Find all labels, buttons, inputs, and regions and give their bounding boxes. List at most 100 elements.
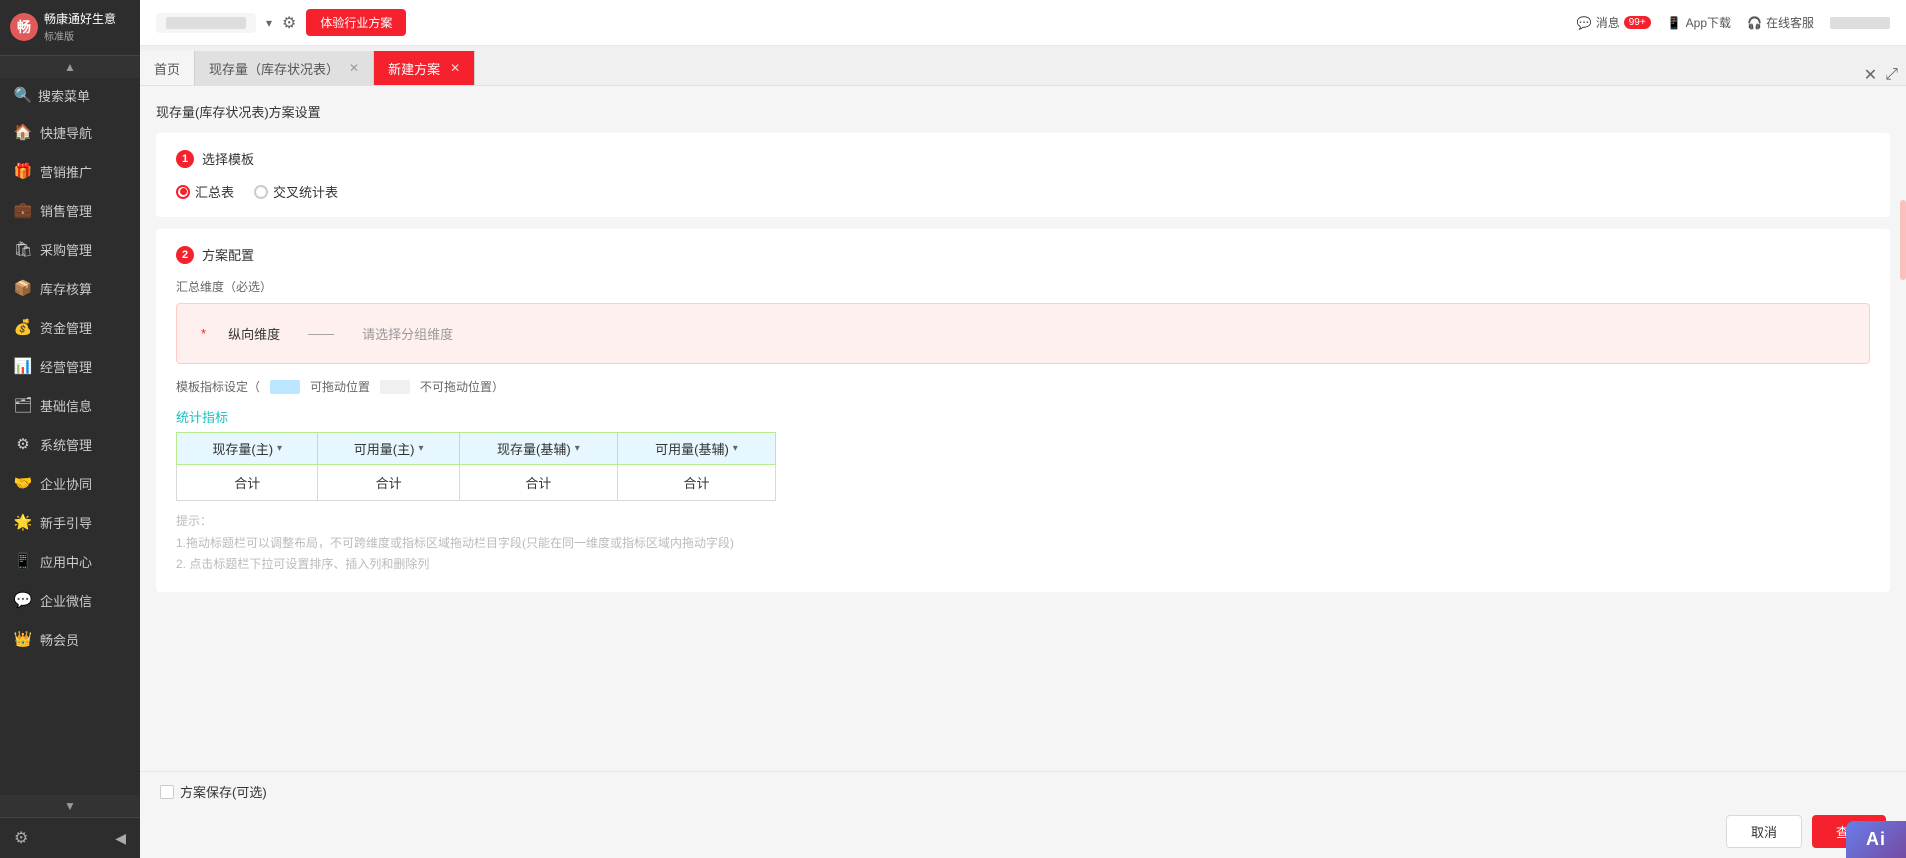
sidebar-item-label: 营销推广	[40, 162, 92, 181]
sidebar-item-label: 企业微信	[40, 591, 92, 610]
sidebar-item-operations[interactable]: 📊 经营管理	[0, 347, 140, 386]
col-label: 现存量(基辅)	[497, 439, 571, 458]
sidebar-item-system[interactable]: ⚙ 系统管理	[0, 425, 140, 464]
shopping-icon: 🛍	[14, 240, 32, 258]
section2-header: 2 方案配置	[176, 245, 1870, 264]
dim-placeholder: 请选择分组维度	[362, 324, 453, 343]
tab-new-plan[interactable]: 新建方案 ✕	[374, 51, 475, 85]
star-icon: 🌟	[14, 513, 32, 531]
sidebar-scroll-down[interactable]: ▼	[0, 795, 140, 817]
required-star: *	[201, 326, 206, 341]
draggable-label: 可拖动位置	[310, 378, 370, 395]
section-plan-config: 2 方案配置 汇总维度（必选） * 纵向维度 —— 请选择分组维度 模板指标设定…	[156, 229, 1890, 592]
indicator-legend-row: 模板指标设定（ 可拖动位置 不可拖动位置）	[176, 378, 1870, 395]
tab-home[interactable]: 首页	[140, 51, 195, 85]
message-button[interactable]: 💬 消息 99+	[1577, 14, 1651, 31]
col-label: 现存量(主)	[212, 439, 273, 458]
sidebar-item-guide[interactable]: 🌟 新手引导	[0, 503, 140, 542]
not-draggable-label: 不可拖动位置）	[420, 378, 504, 395]
sidebar-item-label: 畅会员	[40, 630, 79, 649]
tab-home-label: 首页	[154, 59, 180, 78]
radio-summary-label: 汇总表	[195, 182, 234, 201]
user-area[interactable]	[1830, 17, 1890, 29]
sidebar-item-label: 基础信息	[40, 396, 92, 415]
dim-select-box[interactable]: * 纵向维度 —— 请选择分组维度	[176, 303, 1870, 364]
cell-summary-current-aux: 合计	[459, 465, 617, 501]
right-edge-scrollbar	[1900, 200, 1906, 280]
sidebar-item-wechat[interactable]: 💬 企业微信	[0, 581, 140, 620]
app-download-button[interactable]: 📱 App下载	[1667, 14, 1731, 31]
sidebar-item-label: 新手引导	[40, 513, 92, 532]
tab-close-panel-icon[interactable]: ✕	[1864, 65, 1877, 85]
tab-inventory-status[interactable]: 现存量（库存状况表） ✕	[195, 51, 374, 85]
section2-num: 2	[176, 246, 194, 264]
message-badge: 99+	[1624, 16, 1651, 29]
tab-inventory-close-icon[interactable]: ✕	[349, 61, 359, 75]
tip-item-1: 1.拖动标题栏可以调整布局，不可跨维度或指标区域拖动栏目字段(只能在同一维度或指…	[176, 533, 1870, 555]
sidebar-item-label: 采购管理	[40, 240, 92, 259]
topbar-dropdown[interactable]: ▾	[266, 16, 272, 30]
tab-expand-icon[interactable]: ⤢	[1885, 66, 1898, 84]
topbar-search-bar	[166, 17, 246, 29]
sidebar-item-basics[interactable]: 🗂 基础信息	[0, 386, 140, 425]
sidebar-item-purchase[interactable]: 🛍 采购管理	[0, 230, 140, 269]
sidebar-item-membership[interactable]: 👑 畅会员	[0, 620, 140, 659]
chevron-down-icon[interactable]: ▾	[277, 443, 282, 454]
app-logo-icon: 畅	[10, 13, 38, 41]
template-radio-group: 汇总表 交叉统计表	[176, 182, 1870, 201]
sidebar-settings-icon[interactable]: ⚙	[14, 828, 28, 848]
app-name: 畅康通好生意	[44, 12, 116, 28]
dim-name: 纵向维度	[228, 324, 280, 343]
phone-icon: 📱	[1667, 16, 1682, 30]
sidebar-toggle-icon[interactable]: ◀	[115, 830, 126, 847]
app-download-label: App下载	[1686, 14, 1731, 31]
chat-icon: 💬	[14, 591, 32, 609]
chevron-down-icon[interactable]: ▾	[733, 443, 738, 454]
sidebar-logo: 畅 畅康通好生意 标准版	[0, 0, 140, 56]
system-icon: ⚙	[14, 435, 32, 453]
sidebar-item-sales[interactable]: 💼 销售管理	[0, 191, 140, 230]
sidebar-item-label: 销售管理	[40, 201, 92, 220]
online-service-button[interactable]: 🎧 在线客服	[1747, 14, 1814, 31]
briefcase-icon: 💼	[14, 201, 32, 219]
trial-button[interactable]: 体验行业方案	[306, 9, 406, 36]
page-title: 现存量(库存状况表)方案设置	[156, 102, 1890, 121]
topbar-settings-icon[interactable]: ⚙	[282, 13, 296, 33]
cell-summary-available-aux: 合计	[617, 465, 775, 501]
footer-buttons: 取消 查询	[160, 809, 1886, 848]
sidebar-item-quick-nav[interactable]: 🏠 快捷导航	[0, 113, 140, 152]
handshake-icon: 🤝	[14, 474, 32, 492]
section1-title: 选择模板	[202, 149, 254, 168]
sidebar-item-enterprise[interactable]: 🤝 企业协同	[0, 464, 140, 503]
tab-new-plan-close-icon[interactable]: ✕	[450, 61, 460, 75]
section2-title: 方案配置	[202, 245, 254, 264]
col-label: 可用量(主)	[354, 439, 415, 458]
tips-box: 提示： 1.拖动标题栏可以调整布局，不可跨维度或指标区域拖动栏目字段(只能在同一…	[176, 511, 1870, 576]
sidebar-item-finance[interactable]: 💰 资金管理	[0, 308, 140, 347]
draggable-indicator	[270, 380, 300, 394]
sidebar-item-inventory[interactable]: 📦 库存核算	[0, 269, 140, 308]
stats-table: 现存量(主) ▾ 可用量(主) ▾ 现存量(基辅	[176, 432, 776, 501]
radio-summary-table[interactable]: 汇总表	[176, 182, 234, 201]
col-header-current-main: 现存量(主) ▾	[177, 433, 318, 465]
topbar: ▾ ⚙ 体验行业方案 💬 消息 99+ 📱 App下载 🎧 在线客服	[140, 0, 1906, 46]
section-template: 1 选择模板 汇总表 交叉统计表	[156, 133, 1890, 217]
sidebar-item-marketing[interactable]: 🎁 营销推广	[0, 152, 140, 191]
sidebar-scroll-up[interactable]: ▲	[0, 56, 140, 78]
chevron-down-icon: ▾	[266, 16, 272, 30]
chevron-down-icon[interactable]: ▾	[575, 443, 580, 454]
sidebar-item-search-menu[interactable]: 🔍 搜索菜单	[0, 78, 140, 113]
section1-header: 1 选择模板	[176, 149, 1870, 168]
save-checkbox[interactable]	[160, 785, 174, 799]
box-icon: 📦	[14, 279, 32, 297]
online-service-label: 在线客服	[1766, 14, 1814, 31]
radio-cross-table[interactable]: 交叉统计表	[254, 182, 338, 201]
sidebar-item-label: 经营管理	[40, 357, 92, 376]
sidebar-item-apps[interactable]: 📱 应用中心	[0, 542, 140, 581]
topbar-right: 💬 消息 99+ 📱 App下载 🎧 在线客服	[1577, 14, 1890, 31]
cancel-button[interactable]: 取消	[1726, 815, 1802, 848]
ai-badge[interactable]: Ai	[1846, 821, 1906, 858]
main-area: ▾ ⚙ 体验行业方案 💬 消息 99+ 📱 App下载 🎧 在线客服	[140, 0, 1906, 858]
chevron-down-icon[interactable]: ▾	[418, 443, 423, 454]
topbar-search-area[interactable]	[156, 13, 256, 33]
